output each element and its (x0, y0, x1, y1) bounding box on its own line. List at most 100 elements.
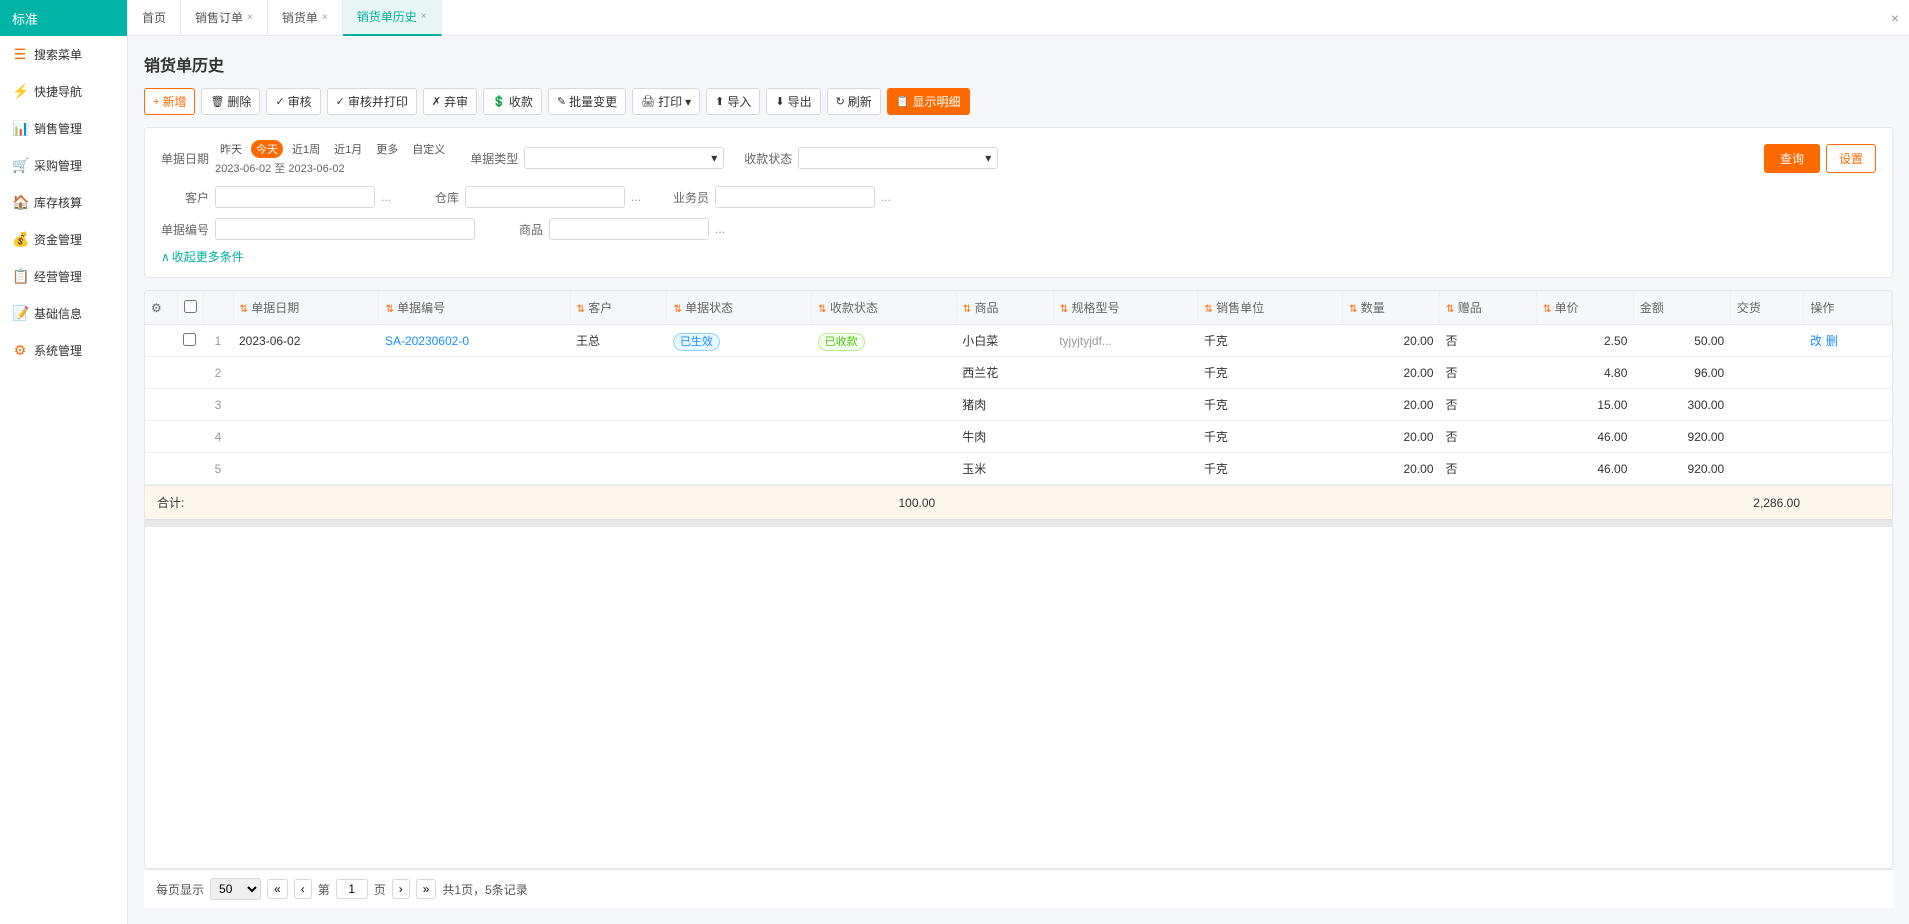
last-page-btn[interactable]: » (416, 879, 437, 899)
first-page-btn[interactable]: « (267, 879, 288, 899)
sidebar-item-system-mgmt[interactable]: ⚙ 系统管理 (0, 332, 127, 369)
salesperson-input[interactable] (715, 186, 875, 208)
delete-action[interactable]: 删 (1826, 334, 1838, 348)
total-amount: 2,286.00 (1753, 496, 1800, 510)
cell-date (233, 453, 379, 485)
sidebar-item-basic-info[interactable]: 📝 基础信息 (0, 295, 127, 332)
close-all-tabs[interactable]: × (1881, 10, 1909, 26)
tab-sales-delivery[interactable]: 销货单 × (268, 0, 343, 36)
audit-print-button[interactable]: ✓ 审核并打印 (327, 88, 417, 115)
type-select[interactable]: ▾ (524, 147, 724, 169)
next-page-btn[interactable]: › (392, 879, 410, 899)
col-amount: 金额 (1633, 291, 1730, 325)
cell-checkbox (177, 357, 203, 389)
col-unit[interactable]: ⇅ 销售单位 (1198, 291, 1343, 325)
col-date[interactable]: ⇅ 单据日期 (233, 291, 379, 325)
date-tag-row: 昨天 今天 近1周 近1月 更多 自定义 (215, 140, 450, 158)
col-customer[interactable]: ⇅ 客户 (570, 291, 667, 325)
select-all-checkbox[interactable] (184, 300, 197, 313)
cell-date (233, 357, 379, 389)
abandon-button[interactable]: ✗ 弃审 (423, 88, 477, 115)
cell-docno (379, 453, 570, 485)
date-tag-last1m[interactable]: 近1月 (329, 140, 367, 158)
collapse-label: 收起更多条件 (172, 248, 244, 265)
import-button[interactable]: ⬆ 导入 (706, 88, 760, 115)
col-docstatus[interactable]: ⇅ 单据状态 (667, 291, 812, 325)
per-page-select[interactable]: 50 100 200 (210, 878, 261, 900)
sidebar-item-purchase-mgmt[interactable]: 🛒 采购管理 (0, 147, 127, 184)
sidebar-item-inventory[interactable]: 🏠 库存核算 (0, 184, 127, 221)
finance-icon: 💰 (12, 231, 28, 248)
new-label: 新增 (162, 93, 186, 110)
cell-goods: 牛肉 (956, 421, 1053, 453)
cell-paystatus: 已收款 (812, 325, 957, 357)
pay-status-select[interactable]: ▾ (798, 147, 998, 169)
total-pages-label: 共1页，5条记录 (442, 881, 527, 898)
doc-num-input[interactable] (215, 218, 475, 240)
row-checkbox[interactable] (183, 333, 196, 346)
date-tag-last7[interactable]: 近1周 (287, 140, 325, 158)
goods-dots[interactable]: ... (715, 222, 725, 236)
col-qty[interactable]: ⇅ 数量 (1343, 291, 1440, 325)
audit-button[interactable]: ✓ 审核 (266, 88, 320, 115)
collapse-button[interactable]: ∧ 收起更多条件 (161, 248, 1876, 265)
cell-amount: 96.00 (1633, 357, 1730, 389)
page-number-input[interactable] (336, 879, 368, 899)
col-gift[interactable]: ⇅ 赠品 (1440, 291, 1537, 325)
salesperson-dots[interactable]: ... (881, 190, 891, 204)
prev-page-btn[interactable]: ‹ (294, 879, 312, 899)
date-tag-yesterday[interactable]: 昨天 (215, 140, 247, 158)
col-paystatus[interactable]: ⇅ 收款状态 (812, 291, 957, 325)
status-dropdown-icon: ▾ (985, 151, 991, 165)
data-table: ⚙ ⇅ 单据日期 ⇅ 单据编号 ⇅ 客户 (145, 291, 1892, 485)
date-tag-more[interactable]: 更多 (371, 140, 403, 158)
edit-action[interactable]: 改 (1810, 334, 1822, 348)
cell-spec: tyjyjtyjdf... (1053, 325, 1198, 357)
tab-sales-history[interactable]: 销货单历史 × (343, 0, 442, 36)
warehouse-dots[interactable]: ... (631, 190, 641, 204)
customer-dots[interactable]: ... (381, 190, 391, 204)
customer-input[interactable] (215, 186, 375, 208)
date-tag-custom[interactable]: 自定义 (407, 140, 450, 158)
batch-change-button[interactable]: ✎ 批量变更 (548, 88, 626, 115)
doc-no-link[interactable]: SA-20230602-0 (385, 334, 469, 348)
cell-qty: 20.00 (1343, 453, 1440, 485)
horizontal-scrollbar[interactable] (145, 519, 1892, 527)
col-goods[interactable]: ⇅ 商品 (956, 291, 1053, 325)
refresh-button[interactable]: ↻ 刷新 (827, 88, 881, 115)
warehouse-label: 仓库 (411, 189, 459, 206)
goods-input[interactable] (549, 218, 709, 240)
delete-button[interactable]: 🗑 删除 (201, 88, 260, 115)
sidebar-item-finance-mgmt[interactable]: 💰 资金管理 (0, 221, 127, 258)
col-gear[interactable]: ⚙ (145, 291, 177, 325)
warehouse-input[interactable] (465, 186, 625, 208)
col-spec[interactable]: ⇅ 规格型号 (1053, 291, 1198, 325)
col-docno[interactable]: ⇅ 单据编号 (379, 291, 570, 325)
type-dropdown-icon: ▾ (711, 151, 717, 165)
cell-trans (1730, 325, 1804, 357)
sort-icon: ⇅ (577, 304, 585, 315)
tab-sales-order-close[interactable]: × (247, 12, 253, 23)
tab-home[interactable]: 首页 (128, 0, 181, 36)
setting-button[interactable]: 设置 (1826, 144, 1876, 173)
tab-sales-delivery-close[interactable]: × (322, 12, 328, 23)
query-button[interactable]: 查询 (1764, 144, 1820, 173)
export-button[interactable]: ⬇ 导出 (766, 88, 820, 115)
tab-sales-order[interactable]: 销售订单 × (181, 0, 268, 36)
show-detail-button[interactable]: 📋 显示明细 (887, 88, 970, 115)
new-button[interactable]: + 新增 (144, 88, 195, 115)
sidebar-item-quick-nav[interactable]: ⚡ 快捷导航 (0, 73, 127, 110)
doc-status-badge: 已生效 (673, 333, 720, 351)
col-price[interactable]: ⇅ 单价 (1536, 291, 1633, 325)
sort-icon: ⇅ (1060, 304, 1068, 315)
collect-button[interactable]: 💲 收款 (483, 88, 542, 115)
tab-sales-history-close[interactable]: × (421, 11, 427, 22)
sidebar-item-search-menu[interactable]: ☰ 搜索菜单 (0, 36, 127, 73)
print-button[interactable]: 🖨 打印 ▾ (632, 88, 700, 115)
sidebar-item-ops-mgmt[interactable]: 📋 经营管理 (0, 258, 127, 295)
date-tag-today[interactable]: 今天 (251, 140, 283, 158)
show-detail-icon: 📋 (896, 95, 910, 108)
sidebar-item-sales-mgmt[interactable]: 📊 销售管理 (0, 110, 127, 147)
print-label: 打印 (658, 93, 682, 110)
cell-amount: 920.00 (1633, 453, 1730, 485)
